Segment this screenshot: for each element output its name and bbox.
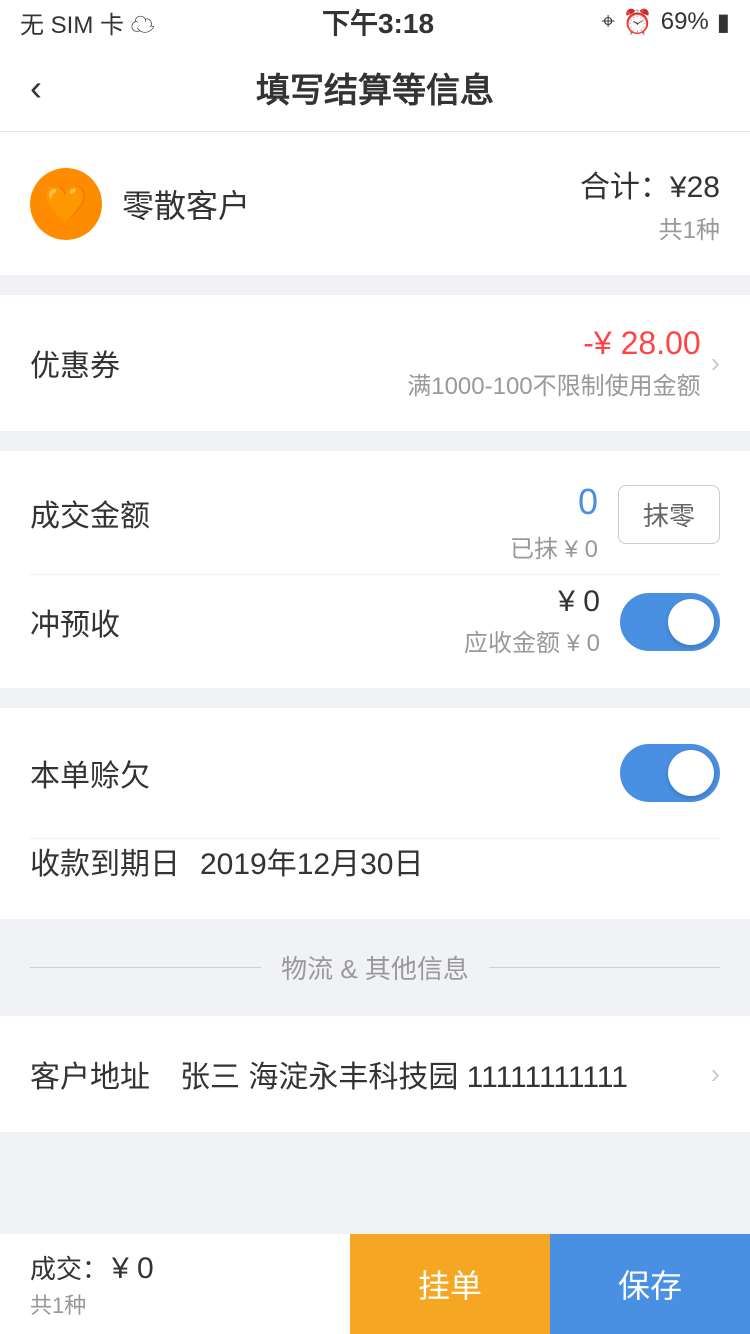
- battery-icon: ▮: [717, 8, 730, 37]
- bottom-bar: 成交： ¥ 0 共1种 挂单 保存: [0, 1234, 750, 1334]
- prepay-right: ¥ 0 应收金额 ¥ 0: [464, 585, 720, 658]
- address-label: 客户地址: [30, 1052, 150, 1096]
- debt-label: 本单赊欠: [30, 751, 150, 795]
- address-chevron-icon: ›: [711, 1058, 720, 1090]
- save-button[interactable]: 保存: [550, 1234, 750, 1334]
- alarm-icon: ⏰: [623, 8, 653, 37]
- hang-button[interactable]: 挂单: [350, 1234, 550, 1334]
- logistics-header: 物流 & 其他信息: [0, 919, 750, 1016]
- prepay-toggle[interactable]: [620, 593, 720, 651]
- bottom-deal-amount: ¥ 0: [112, 1252, 154, 1286]
- prepay-label: 冲预收: [30, 600, 120, 644]
- debt-row: 本单赊欠: [30, 708, 720, 838]
- total-amount: 合计：¥28: [580, 162, 720, 206]
- coupon-label: 优惠券: [30, 341, 120, 385]
- battery-level: 69%: [661, 8, 709, 36]
- status-bar: 无 SIM 卡 ☁ 下午3:18 ⌖ ⏰ 69% ▮: [0, 0, 750, 44]
- back-button[interactable]: ‹: [30, 67, 42, 109]
- bottom-spacer: [0, 1132, 750, 1232]
- coupon-right: -¥ 28.00 满1000-100不限制使用金额 ›: [407, 325, 720, 401]
- due-date-label: 收款到期日: [30, 839, 180, 883]
- deal-amount-label: 成交金额: [30, 481, 150, 535]
- avatar-icon: 🧡: [44, 183, 89, 225]
- due-date-value: 2019年12月30日: [200, 839, 423, 883]
- deal-amount-group: 0 已抹 ¥ 0: [510, 481, 598, 564]
- customer-name: 零散客户: [122, 181, 250, 227]
- deal-amount-value[interactable]: 0: [510, 481, 598, 523]
- address-value: 张三 海淀永丰科技园 11111111111: [180, 1052, 711, 1096]
- prepay-amount: ¥ 0: [464, 585, 600, 619]
- avatar: 🧡: [30, 168, 102, 240]
- separator-3: [0, 688, 750, 708]
- coupon-row[interactable]: 优惠券 -¥ 28.00 满1000-100不限制使用金额 ›: [30, 295, 720, 431]
- due-date-row[interactable]: 收款到期日 2019年12月30日: [30, 839, 720, 919]
- nav-bar: ‹ 填写结算等信息: [0, 44, 750, 132]
- deal-amount-sub: 已抹 ¥ 0: [510, 529, 598, 564]
- customer-total: 合计：¥28 共1种: [580, 162, 720, 245]
- bottom-count: 共1种: [30, 1288, 320, 1320]
- address-row[interactable]: 客户地址 张三 海淀永丰科技园 11111111111 ›: [0, 1016, 750, 1132]
- prepay-row: 冲预收 ¥ 0 应收金额 ¥ 0: [30, 575, 720, 688]
- total-count: 共1种: [580, 210, 720, 245]
- customer-info: 🧡 零散客户: [30, 168, 250, 240]
- debt-toggle[interactable]: [620, 744, 720, 802]
- prepay-info: ¥ 0 应收金额 ¥ 0: [464, 585, 600, 658]
- status-right: ⌖ ⏰ 69% ▮: [601, 8, 730, 37]
- coupon-description: 满1000-100不限制使用金额: [407, 366, 700, 401]
- location-icon: ⌖: [601, 8, 615, 36]
- divider-left: [30, 967, 261, 968]
- customer-row: 🧡 零散客户 合计：¥28 共1种: [30, 132, 720, 275]
- logistics-label: 物流 & 其他信息: [281, 949, 469, 986]
- page-title: 填写结算等信息: [256, 63, 494, 112]
- status-left: 无 SIM 卡 ☁: [20, 5, 155, 40]
- sim-status: 无 SIM 卡 ☁: [20, 5, 155, 40]
- separator-1: [0, 275, 750, 295]
- coupon-amount: -¥ 28.00: [407, 325, 700, 362]
- debt-section: 本单赊欠 收款到期日 2019年12月30日: [0, 708, 750, 919]
- deal-amount-row: 成交金额 0 已抹 ¥ 0 抹零: [30, 451, 720, 574]
- round-button[interactable]: 抹零: [618, 485, 720, 544]
- divider-right: [489, 967, 720, 968]
- status-time: 下午3:18: [322, 2, 434, 42]
- bottom-summary: 成交： ¥ 0 共1种: [0, 1234, 350, 1334]
- customer-section: 🧡 零散客户 合计：¥28 共1种: [0, 132, 750, 275]
- coupon-section: 优惠券 -¥ 28.00 满1000-100不限制使用金额 ›: [0, 295, 750, 431]
- prepay-sub: 应收金额 ¥ 0: [464, 623, 600, 658]
- coupon-chevron-icon: ›: [711, 347, 720, 379]
- separator-2: [0, 431, 750, 451]
- deal-amount-right: 0 已抹 ¥ 0 抹零: [510, 481, 720, 564]
- deal-section: 成交金额 0 已抹 ¥ 0 抹零 冲预收 ¥ 0 应收金额 ¥ 0: [0, 451, 750, 688]
- bottom-deal-label: 成交：: [30, 1249, 108, 1286]
- coupon-info: -¥ 28.00 满1000-100不限制使用金额: [407, 325, 700, 401]
